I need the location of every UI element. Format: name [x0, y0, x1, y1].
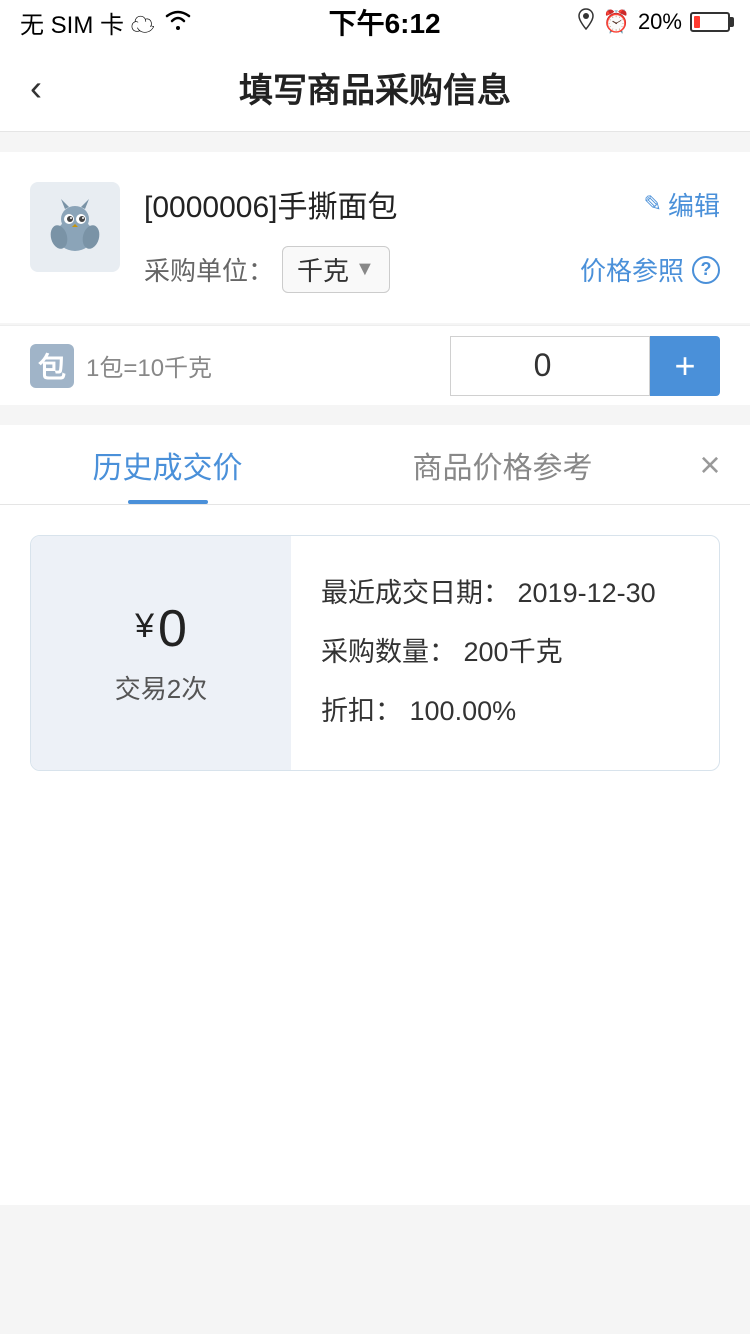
chevron-down-icon: ▼ — [355, 258, 375, 281]
unit-selector[interactable]: 千克 ▼ — [282, 246, 390, 293]
purchase-qty-value: 200千克 — [464, 637, 563, 667]
battery-icon — [690, 12, 730, 32]
price-ref-label: 价格参照 — [580, 251, 684, 288]
purchase-qty-label: 采购数量： — [321, 637, 456, 667]
tab-row: 历史成交价 商品价格参考 × — [0, 425, 750, 505]
quantity-input[interactable] — [450, 336, 650, 396]
product-unit-row: 采购单位： 千克 ▼ 价格参照 ? — [144, 246, 720, 293]
transaction-count: 交易2次 — [115, 669, 207, 706]
status-right: ⏰ 20% — [577, 8, 730, 36]
tab-underline — [128, 500, 208, 504]
purchase-qty-row: 采购数量： 200千克 — [321, 631, 689, 674]
history-price-value: ¥ 0 — [135, 599, 187, 659]
nav-bar: ‹ 填写商品采购信息 — [0, 44, 750, 132]
quantity-section: 包 1包=10千克 + — [0, 325, 750, 405]
plus-button[interactable]: + — [650, 336, 720, 396]
recent-date-label: 最近成交日期： — [321, 578, 510, 608]
wifi-icon — [163, 8, 193, 37]
unit-label: 采购单位： 千克 ▼ — [144, 246, 390, 293]
history-card: ¥ 0 交易2次 最近成交日期： 2019-12-30 采购数量： 200千克 — [30, 535, 720, 771]
help-icon: ? — [692, 256, 720, 284]
tab-history-label: 历史成交价 — [93, 443, 243, 487]
currency-symbol: ¥ — [135, 607, 154, 646]
history-content: ¥ 0 交易2次 最近成交日期： 2019-12-30 采购数量： 200千克 — [0, 505, 750, 801]
status-left: 无 SIM 卡 ☁ — [20, 5, 193, 40]
quantity-left: 包 1包=10千克 — [30, 344, 212, 388]
recent-date-value: 2019-12-30 — [518, 578, 656, 608]
product-top-row: [0000006]手撕面包 ✎ 编辑 — [144, 182, 720, 226]
sim-label: 无 SIM 卡 ☁ — [20, 5, 155, 40]
battery-percent: 20% — [638, 9, 682, 35]
tab-history-price[interactable]: 历史成交价 — [0, 425, 335, 504]
status-bar: 无 SIM 卡 ☁ 下午6:12 ⏰ 20% — [0, 0, 750, 44]
edit-icon: ✎ — [644, 191, 662, 217]
edit-label: 编辑 — [668, 186, 720, 223]
product-thumbnail — [30, 182, 120, 272]
tab-content: ¥ 0 交易2次 最近成交日期： 2019-12-30 采购数量： 200千克 — [0, 505, 750, 1205]
discount-label: 折扣： — [321, 696, 402, 726]
tab-section: 历史成交价 商品价格参考 × ¥ 0 交易2次 最近成交日期： — [0, 425, 750, 1205]
discount-value: 100.00% — [410, 696, 517, 726]
unit-value: 千克 — [297, 251, 349, 288]
tab-price-reference[interactable]: 商品价格参考 — [335, 425, 670, 504]
product-info: [0000006]手撕面包 ✎ 编辑 采购单位： 千克 ▼ 价格参照 ? — [144, 182, 720, 293]
product-card: [0000006]手撕面包 ✎ 编辑 采购单位： 千克 ▼ 价格参照 ? — [0, 152, 750, 323]
history-details: 最近成交日期： 2019-12-30 采购数量： 200千克 折扣： 100.0… — [291, 536, 719, 770]
history-price-block: ¥ 0 交易2次 — [31, 536, 291, 770]
price-reference-button[interactable]: 价格参照 ? — [580, 251, 720, 288]
status-time: 下午6:12 — [329, 2, 441, 42]
unit-conversion: 1包=10千克 — [86, 348, 212, 383]
unit-box: 包 — [30, 344, 74, 388]
alarm-icon: ⏰ — [603, 9, 630, 35]
price-number: 0 — [158, 599, 187, 659]
tab-price-ref-label: 商品价格参考 — [413, 443, 593, 487]
product-name: [0000006]手撕面包 — [144, 182, 397, 226]
page-title: 填写商品采购信息 — [239, 63, 511, 112]
quantity-input-wrap: + — [450, 336, 720, 396]
location-icon — [577, 8, 595, 36]
recent-date-row: 最近成交日期： 2019-12-30 — [321, 572, 689, 615]
tab-close-button[interactable]: × — [670, 425, 750, 504]
back-button[interactable]: ‹ — [20, 57, 52, 119]
discount-row: 折扣： 100.00% — [321, 690, 689, 733]
edit-button[interactable]: ✎ 编辑 — [644, 186, 720, 223]
